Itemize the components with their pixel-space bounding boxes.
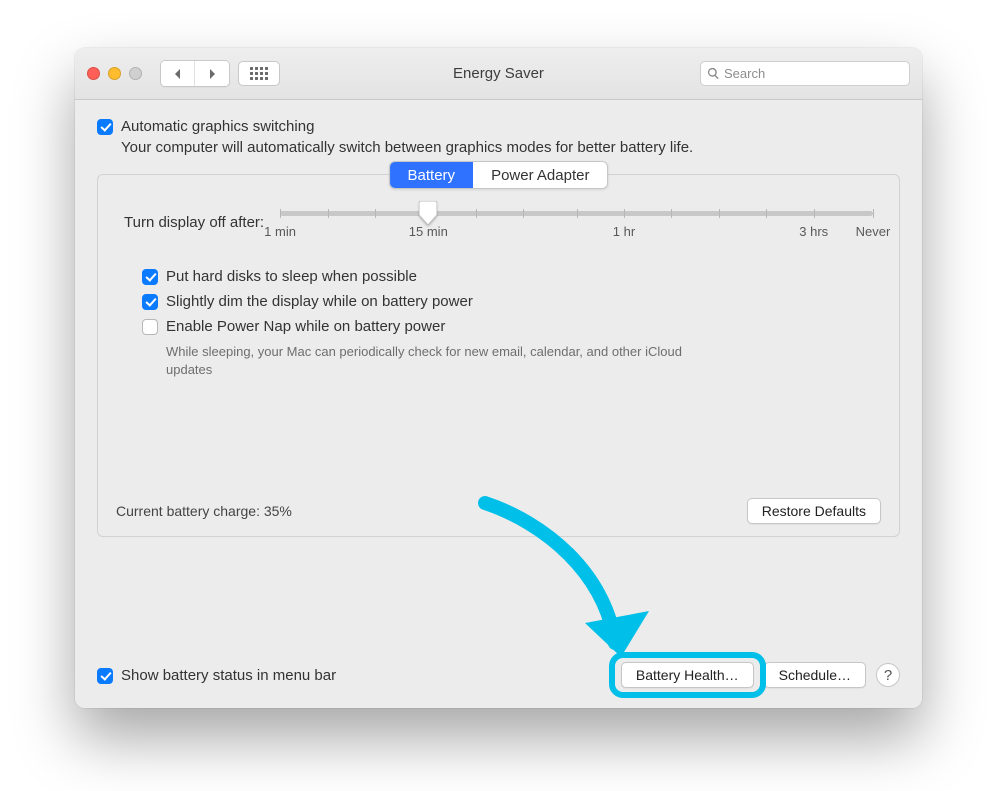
power-nap-row[interactable]: Enable Power Nap while on battery power (142, 318, 873, 335)
sleep-disks-label: Put hard disks to sleep when possible (166, 268, 417, 285)
minimize-icon[interactable] (108, 67, 121, 80)
schedule-button[interactable]: Schedule… (764, 662, 866, 688)
power-nap-note: While sleeping, your Mac can periodicall… (166, 343, 726, 378)
window-footer: Show battery status in menu bar Battery … (97, 662, 900, 688)
display-off-slider[interactable]: 1 min15 min1 hr3 hrsNever (280, 205, 873, 240)
restore-defaults-button[interactable]: Restore Defaults (747, 498, 881, 524)
window-controls (87, 67, 142, 80)
help-button[interactable]: ? (876, 663, 900, 687)
battery-charge-status: Current battery charge: 35% (116, 503, 292, 519)
slider-tick-label: 1 min (264, 224, 296, 239)
zoom-icon[interactable] (129, 67, 142, 80)
auto-graphics-row[interactable]: Automatic graphics switching (97, 118, 900, 135)
display-off-label: Turn display off after: (124, 214, 264, 231)
slider-ticks (280, 209, 873, 218)
show-all-button[interactable] (238, 61, 280, 86)
dim-display-row[interactable]: Slightly dim the display while on batter… (142, 293, 873, 310)
power-tabs: Battery Power Adapter (389, 161, 609, 189)
content: Automatic graphics switching Your comput… (75, 100, 922, 537)
power-nap-label: Enable Power Nap while on battery power (166, 318, 445, 335)
menubar-status-row[interactable]: Show battery status in menu bar (97, 667, 336, 684)
tab-power-adapter[interactable]: Power Adapter (473, 162, 607, 188)
forward-button[interactable] (195, 61, 229, 86)
search-input[interactable] (724, 66, 903, 81)
sleep-disks-checkbox[interactable] (142, 269, 158, 285)
back-button[interactable] (161, 61, 195, 86)
auto-graphics-desc: Your computer will automatically switch … (121, 139, 900, 156)
battery-options: Put hard disks to sleep when possible Sl… (142, 268, 873, 378)
slider-tick-labels: 1 min15 min1 hr3 hrsNever (280, 224, 873, 240)
battery-health-button[interactable]: Battery Health… (621, 662, 754, 688)
close-icon[interactable] (87, 67, 100, 80)
menubar-status-checkbox[interactable] (97, 668, 113, 684)
slider-track (280, 211, 873, 216)
energy-saver-window: Energy Saver Automatic graphics switchin… (75, 48, 922, 708)
nav-back-forward (160, 60, 230, 87)
dim-display-checkbox[interactable] (142, 294, 158, 310)
tab-battery[interactable]: Battery (390, 162, 474, 188)
search-icon (707, 67, 720, 80)
slider-tick-label: 15 min (409, 224, 448, 239)
dim-display-label: Slightly dim the display while on batter… (166, 293, 473, 310)
search-field[interactable] (700, 61, 910, 86)
sleep-disks-row[interactable]: Put hard disks to sleep when possible (142, 268, 873, 285)
panel-body: Turn display off after: (98, 175, 899, 388)
display-off-row: Turn display off after: (124, 205, 873, 240)
auto-graphics-checkbox[interactable] (97, 119, 113, 135)
panel-footer: Current battery charge: 35% Restore Defa… (98, 498, 899, 524)
auto-graphics-label: Automatic graphics switching (121, 118, 314, 135)
slider-tick-label: Never (856, 224, 891, 239)
power-nap-checkbox[interactable] (142, 319, 158, 335)
grid-icon (250, 67, 268, 80)
slider-thumb[interactable] (419, 201, 437, 225)
menubar-status-label: Show battery status in menu bar (121, 667, 336, 684)
titlebar: Energy Saver (75, 48, 922, 100)
slider-tick-label: 1 hr (613, 224, 635, 239)
power-panel: Battery Power Adapter Turn display off a… (97, 174, 900, 537)
slider-tick-label: 3 hrs (799, 224, 828, 239)
